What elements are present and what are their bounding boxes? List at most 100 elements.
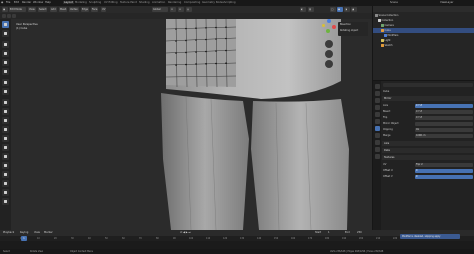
material-tab-icon[interactable] [374,154,380,159]
menu-uv[interactable]: UV [101,7,107,12]
pan-icon[interactable] [325,50,333,58]
material-shading-icon[interactable]: ◑ [344,7,350,12]
scale-tool-icon[interactable] [2,59,9,66]
outliner-row[interactable]: Sketch [373,43,474,48]
scene-tab-icon[interactable] [374,105,380,110]
neg-axis-icon[interactable] [322,24,325,27]
spin-tool-icon[interactable] [2,153,9,160]
rendered-shading-icon[interactable]: ◕ [351,7,357,12]
menu-view[interactable]: View [28,7,36,12]
editor-type-icon[interactable]: ▣ [2,7,8,12]
x-axis-icon[interactable] [332,25,336,29]
data-tab-icon[interactable] [374,147,380,152]
measure-tool-icon[interactable] [2,88,9,95]
poly-build-tool-icon[interactable] [2,144,9,151]
shrink-fatten-tool-icon[interactable] [2,180,9,187]
blender-logo-icon[interactable]: ◉ [1,1,3,4]
view-layer-selector[interactable]: ViewLayer [440,1,453,4]
annotate-tool-icon[interactable] [2,79,9,86]
wireframe-shading-icon[interactable]: ◯ [330,7,336,12]
edge-slide-tool-icon[interactable] [2,171,9,178]
cursor-tool-icon[interactable] [2,30,9,37]
knife-tool-icon[interactable] [2,135,9,142]
timeline-view-menu[interactable]: View [34,231,40,234]
move-tool-icon[interactable] [2,41,9,48]
output-tab-icon[interactable] [374,98,380,103]
end-frame-field[interactable]: 250 [357,231,362,234]
tab-animation[interactable]: Animation [152,1,165,4]
tab-sculpting[interactable]: Sculpting [89,1,101,4]
mirror-object-field[interactable] [415,121,473,126]
properties-search[interactable] [383,83,473,87]
timeline-tracks[interactable] [0,241,474,249]
bevel-tool-icon[interactable] [2,117,9,124]
solid-shading-icon[interactable]: ● [337,7,343,12]
xray-icon[interactable]: ▤ [308,7,314,12]
select-box-tool-icon[interactable] [2,21,9,28]
timeline-marker-menu[interactable]: Marker [44,231,53,234]
tab-uv-editing[interactable]: UV Editing [104,1,118,4]
camera-view-icon[interactable] [325,60,333,68]
tab-compositing[interactable]: Compositing [184,1,200,4]
tab-geometry-nodes[interactable]: Geometry Nodes [202,1,224,4]
navigation-gizmo[interactable] [318,19,340,37]
scene-selector[interactable]: Scene [390,1,398,4]
tab-layout[interactable]: Layout [63,0,74,4]
shear-tool-icon[interactable] [2,189,9,196]
modifier-header[interactable]: Mirror [382,96,474,101]
rotate-tool-icon[interactable] [2,50,9,57]
flip-u-checkbox[interactable]: Flip U [415,162,473,167]
zoom-icon[interactable] [325,40,333,48]
mode-selector[interactable]: Edit Mode [9,7,26,12]
world-tab-icon[interactable] [374,112,380,117]
offset-u-field[interactable]: 0 [415,168,473,173]
menu-select[interactable]: Select [38,7,48,12]
menu-window[interactable]: Window [33,1,43,4]
offset-v-field[interactable]: 0 [415,174,473,179]
particles-tab-icon[interactable] [374,133,380,138]
section-data[interactable]: Data [382,148,474,153]
menu-render[interactable]: Render [22,1,31,4]
vertex-select-icon[interactable] [2,14,6,18]
last-operator-panel[interactable]: Bisection Rotating object [338,22,368,36]
section-axis[interactable]: Axis [382,141,474,146]
panel-field[interactable]: Rotating object [340,29,358,32]
loop-cut-tool-icon[interactable] [2,126,9,133]
flip-toggle[interactable]: X Y Z [415,115,473,120]
edge-select-icon[interactable] [7,14,11,18]
clipping-checkbox[interactable]: On [415,127,473,132]
z-axis-icon[interactable] [327,19,331,23]
modifier-tab-icon[interactable] [374,126,380,131]
start-frame-field[interactable]: 1 [328,231,330,234]
tab-shading[interactable]: Shading [139,1,150,4]
tab-modeling[interactable]: Modeling [75,1,87,4]
menu-edge[interactable]: Edge [81,7,90,12]
overlay-icon[interactable]: ◐ [300,7,306,12]
transform-orientation-dropdown[interactable]: Global [152,7,168,12]
menu-file[interactable]: File [6,1,10,4]
tab-scripting[interactable]: Scripting [224,1,236,4]
axis-toggle[interactable]: X Y Z [415,103,473,108]
merge-distance-field[interactable]: 0.001 m [415,133,473,138]
timeline-keying-menu[interactable]: Keying [20,231,28,234]
object-tab-icon[interactable] [374,119,380,124]
bisect-toggle[interactable]: X Y Z [415,109,473,114]
menu-mesh[interactable]: Mesh [59,7,68,12]
face-select-icon[interactable] [12,14,16,18]
tab-rendering[interactable]: Rendering [168,1,181,4]
timeline-playback-menu[interactable]: Playback [3,231,14,234]
tab-texture-paint[interactable]: Texture Paint [120,1,137,4]
extrude-tool-icon[interactable] [2,99,9,106]
smooth-tool-icon[interactable] [2,162,9,169]
y-axis-icon[interactable] [326,29,330,33]
tool-tab-icon[interactable] [374,84,380,89]
menu-edit[interactable]: Edit [14,1,19,4]
snap-icon[interactable]: ⋔ [178,7,184,12]
menu-help[interactable]: Help [45,1,51,4]
inset-tool-icon[interactable] [2,108,9,115]
physics-tab-icon[interactable] [374,140,380,145]
transform-tool-icon[interactable] [2,68,9,75]
pivot-icon[interactable]: ⊙ [170,7,176,12]
proportional-edit-icon[interactable]: ◎ [186,7,192,12]
menu-vertex[interactable]: Vertex [69,7,79,12]
